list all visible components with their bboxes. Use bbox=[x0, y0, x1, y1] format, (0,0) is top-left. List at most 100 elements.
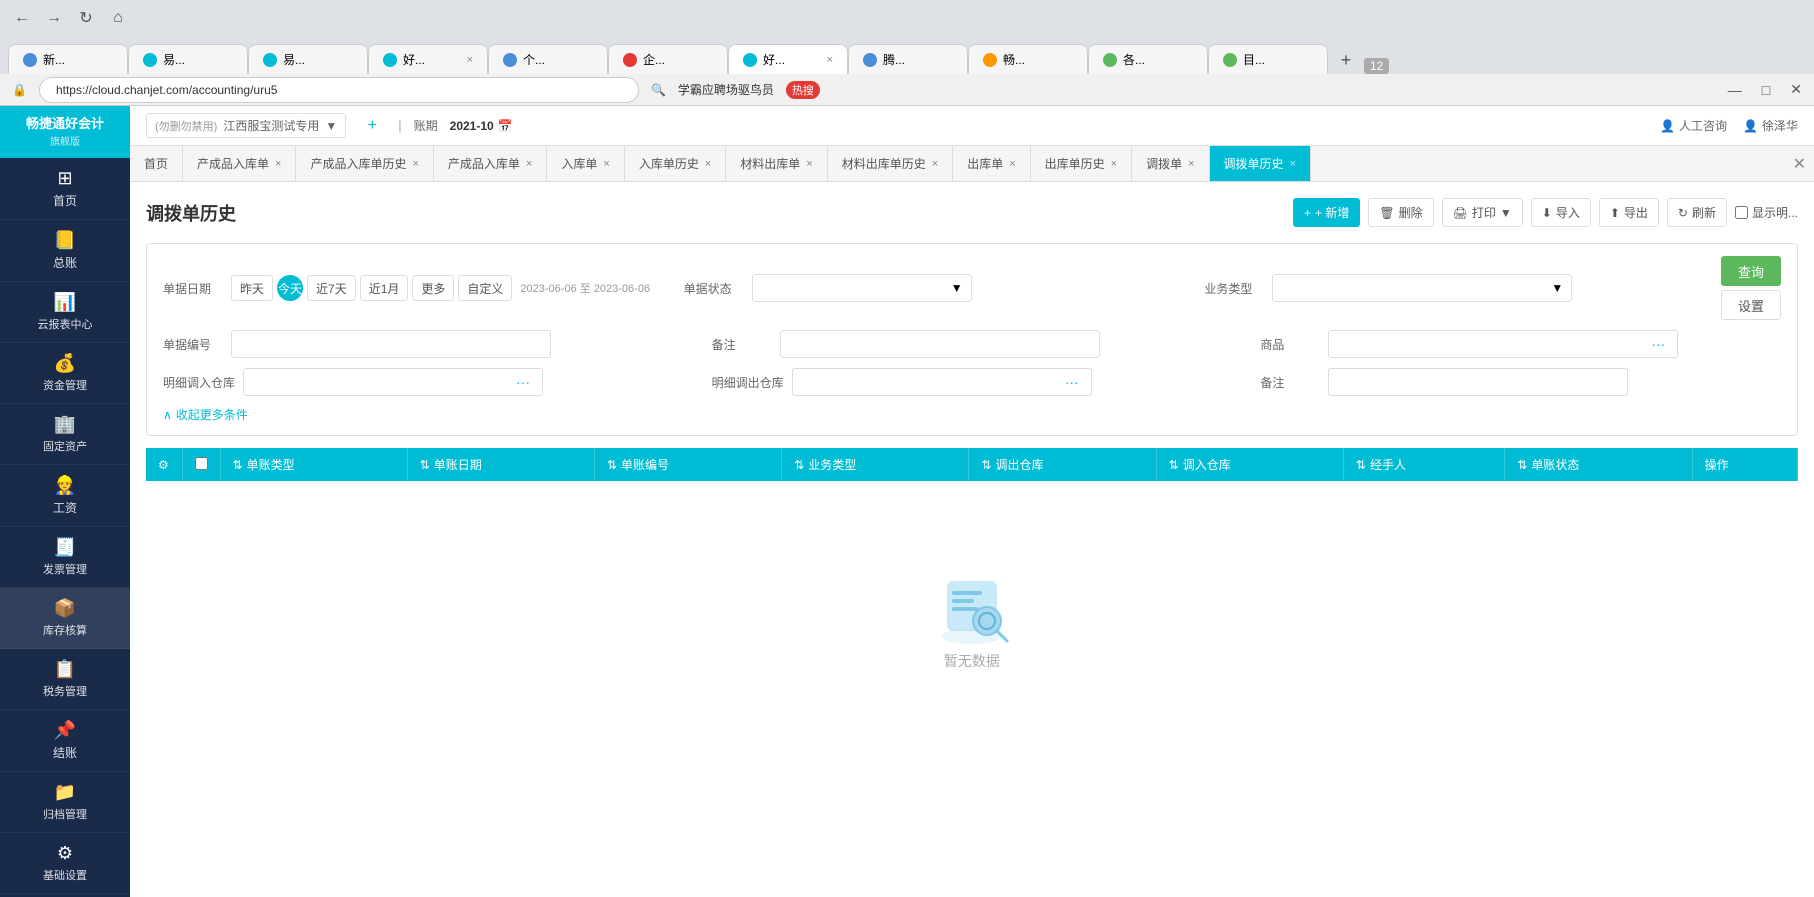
browser-tab-4[interactable]: 好... × bbox=[368, 44, 488, 74]
page-tab-material-out-history[interactable]: 材料出库单历史 × bbox=[828, 146, 953, 182]
1month-btn[interactable]: 近1月 bbox=[360, 275, 409, 301]
service-button[interactable]: 👤 人工咨询 bbox=[1660, 117, 1727, 134]
sidebar-item-assets[interactable]: 🏢 固定资产 bbox=[0, 404, 130, 465]
close-transfer-history-tab[interactable]: × bbox=[1290, 158, 1296, 170]
th-biz-type[interactable]: ⇅ 业务类型 bbox=[782, 448, 969, 481]
delete-button[interactable]: 🗑 删除 bbox=[1368, 198, 1433, 227]
today-btn[interactable]: 今天 bbox=[277, 275, 303, 301]
note-input[interactable] bbox=[1328, 368, 1628, 396]
detail-out-ellipsis-icon[interactable]: ··· bbox=[1061, 374, 1083, 390]
detail-out-select[interactable]: ··· bbox=[792, 368, 1092, 396]
detail-in-select[interactable]: ··· bbox=[243, 368, 543, 396]
close-stock-in-history-tab[interactable]: × bbox=[705, 158, 711, 170]
yesterday-btn[interactable]: 昨天 bbox=[231, 275, 273, 301]
th-no[interactable]: ⇅ 单账编号 bbox=[594, 448, 781, 481]
sidebar-logo[interactable]: 畅捷通好会计 旗舰版 bbox=[0, 106, 130, 158]
close-stock-in-tab[interactable]: × bbox=[603, 158, 609, 170]
sidebar-item-salary[interactable]: 👷 工资 bbox=[0, 465, 130, 527]
sidebar-item-reports[interactable]: 📊 云报表中心 bbox=[0, 282, 130, 343]
company-selector[interactable]: (勿删勿禁用) 江西服宝测试专用 ▼ bbox=[146, 113, 346, 138]
sidebar-item-ledger[interactable]: 📒 总账 bbox=[0, 220, 130, 282]
th-gear[interactable]: ⚙ bbox=[146, 448, 182, 481]
close-all-tabs-icon[interactable]: ✕ bbox=[1793, 154, 1806, 174]
page-tab-material-out[interactable]: 材料出库单 × bbox=[726, 146, 827, 182]
close-tab-7[interactable]: × bbox=[827, 54, 833, 66]
close-product-in-tab[interactable]: × bbox=[275, 158, 281, 170]
page-tab-out-history[interactable]: 出库单历史 × bbox=[1031, 146, 1132, 182]
docno-input[interactable] bbox=[231, 330, 551, 358]
address-input[interactable] bbox=[39, 77, 639, 103]
period-selector[interactable]: 2021-10 📅 bbox=[450, 119, 513, 133]
remark-input[interactable] bbox=[780, 330, 1100, 358]
status-select[interactable]: ▼ bbox=[752, 274, 972, 302]
show-all-checkbox[interactable] bbox=[1735, 206, 1748, 219]
type-select[interactable]: ▼ bbox=[1272, 274, 1572, 302]
browser-tab-2[interactable]: 易... bbox=[128, 44, 248, 74]
th-out-warehouse[interactable]: ⇅ 调出仓库 bbox=[969, 448, 1156, 481]
th-type[interactable]: ⇅ 单账类型 bbox=[220, 448, 407, 481]
browser-tab-11[interactable]: 目... bbox=[1208, 44, 1328, 74]
more-btn[interactable]: 更多 bbox=[412, 275, 454, 301]
goods-ellipsis-icon[interactable]: ··· bbox=[1647, 336, 1669, 352]
browser-tab-6[interactable]: 企... bbox=[608, 44, 728, 74]
browser-tab-9[interactable]: 畅... bbox=[968, 44, 1088, 74]
sidebar-item-inventory[interactable]: 📦 库存核算 bbox=[0, 588, 130, 649]
th-date[interactable]: ⇅ 单账日期 bbox=[407, 448, 594, 481]
print-button[interactable]: 🖨 打印 ▼ bbox=[1442, 198, 1523, 227]
sidebar-item-finance[interactable]: 💰 资金管理 bbox=[0, 343, 130, 404]
maximize-icon[interactable]: □ bbox=[1762, 82, 1770, 98]
sidebar-item-home[interactable]: ⊞ 首页 bbox=[0, 158, 130, 220]
browser-tab-1[interactable]: 新... bbox=[8, 44, 128, 74]
sidebar-item-invoice[interactable]: 🧾 发票管理 bbox=[0, 527, 130, 588]
collapse-button[interactable]: ∧ 收起更多条件 bbox=[163, 406, 1781, 423]
th-checkbox[interactable] bbox=[182, 448, 220, 481]
page-tab-home[interactable]: 首页 bbox=[130, 146, 183, 182]
page-tab-stock-in[interactable]: 入库单 × bbox=[547, 146, 624, 182]
close-material-out-tab[interactable]: × bbox=[806, 158, 812, 170]
page-tab-out[interactable]: 出库单 × bbox=[953, 146, 1030, 182]
back-button[interactable]: ← bbox=[8, 4, 36, 32]
minimize-icon[interactable]: — bbox=[1728, 82, 1742, 98]
select-all-checkbox[interactable] bbox=[195, 457, 208, 470]
sidebar-item-tax[interactable]: 📋 税务管理 bbox=[0, 649, 130, 710]
page-tab-transfer-history[interactable]: 调拨单历史 × bbox=[1210, 146, 1311, 182]
forward-button[interactable]: → bbox=[40, 4, 68, 32]
user-avatar[interactable]: 👤 徐泽华 bbox=[1743, 117, 1798, 134]
page-tab-stock-in-history[interactable]: 入库单历史 × bbox=[625, 146, 726, 182]
close-product-in2-tab[interactable]: × bbox=[526, 158, 532, 170]
page-tab-product-in[interactable]: 产成品入库单 × bbox=[183, 146, 296, 182]
sidebar-item-close-accounts[interactable]: 📌 结账 bbox=[0, 710, 130, 772]
th-handler[interactable]: ⇅ 经手人 bbox=[1343, 448, 1504, 481]
th-in-warehouse[interactable]: ⇅ 调入仓库 bbox=[1156, 448, 1343, 481]
browser-tab-3[interactable]: 易... bbox=[248, 44, 368, 74]
sidebar-item-archive[interactable]: 📁 归档管理 bbox=[0, 772, 130, 833]
export-button[interactable]: ⬆ 导出 bbox=[1599, 198, 1659, 227]
refresh-button[interactable]: ↻ 刷新 bbox=[1667, 198, 1727, 227]
page-tab-transfer[interactable]: 调拨单 × bbox=[1132, 146, 1209, 182]
close-out-history-tab[interactable]: × bbox=[1111, 158, 1117, 170]
new-tab-button[interactable]: + bbox=[1332, 46, 1360, 74]
query-button[interactable]: 查询 bbox=[1721, 256, 1781, 286]
home-button[interactable]: ⌂ bbox=[104, 4, 132, 32]
page-tab-product-in-history[interactable]: 产成品入库单历史 × bbox=[296, 146, 433, 182]
close-product-in-history-tab[interactable]: × bbox=[412, 158, 418, 170]
browser-tab-5[interactable]: 个... bbox=[488, 44, 608, 74]
goods-select[interactable]: ··· bbox=[1328, 330, 1678, 358]
add-company-button[interactable]: + bbox=[358, 112, 386, 140]
sidebar-item-settings[interactable]: ⚙ 基础设置 bbox=[0, 833, 130, 894]
reload-button[interactable]: ↻ bbox=[72, 4, 100, 32]
setting-button[interactable]: 设置 bbox=[1721, 290, 1781, 320]
close-tab-4[interactable]: × bbox=[467, 54, 473, 66]
import-button[interactable]: ⬇ 导入 bbox=[1531, 198, 1591, 227]
browser-tab-8[interactable]: 腾... bbox=[848, 44, 968, 74]
close-transfer-tab[interactable]: × bbox=[1188, 158, 1194, 170]
close-material-out-history-tab[interactable]: × bbox=[932, 158, 938, 170]
detail-in-ellipsis-icon[interactable]: ··· bbox=[512, 374, 534, 390]
new-button[interactable]: + + 新增 bbox=[1293, 198, 1360, 227]
th-status[interactable]: ⇅ 单账状态 bbox=[1505, 448, 1692, 481]
browser-tab-10[interactable]: 各... bbox=[1088, 44, 1208, 74]
page-tab-product-in2[interactable]: 产成品入库单 × bbox=[434, 146, 547, 182]
7days-btn[interactable]: 近7天 bbox=[307, 275, 356, 301]
custom-btn[interactable]: 自定义 bbox=[458, 275, 512, 301]
show-all-toggle[interactable]: 显示明... bbox=[1735, 204, 1798, 221]
